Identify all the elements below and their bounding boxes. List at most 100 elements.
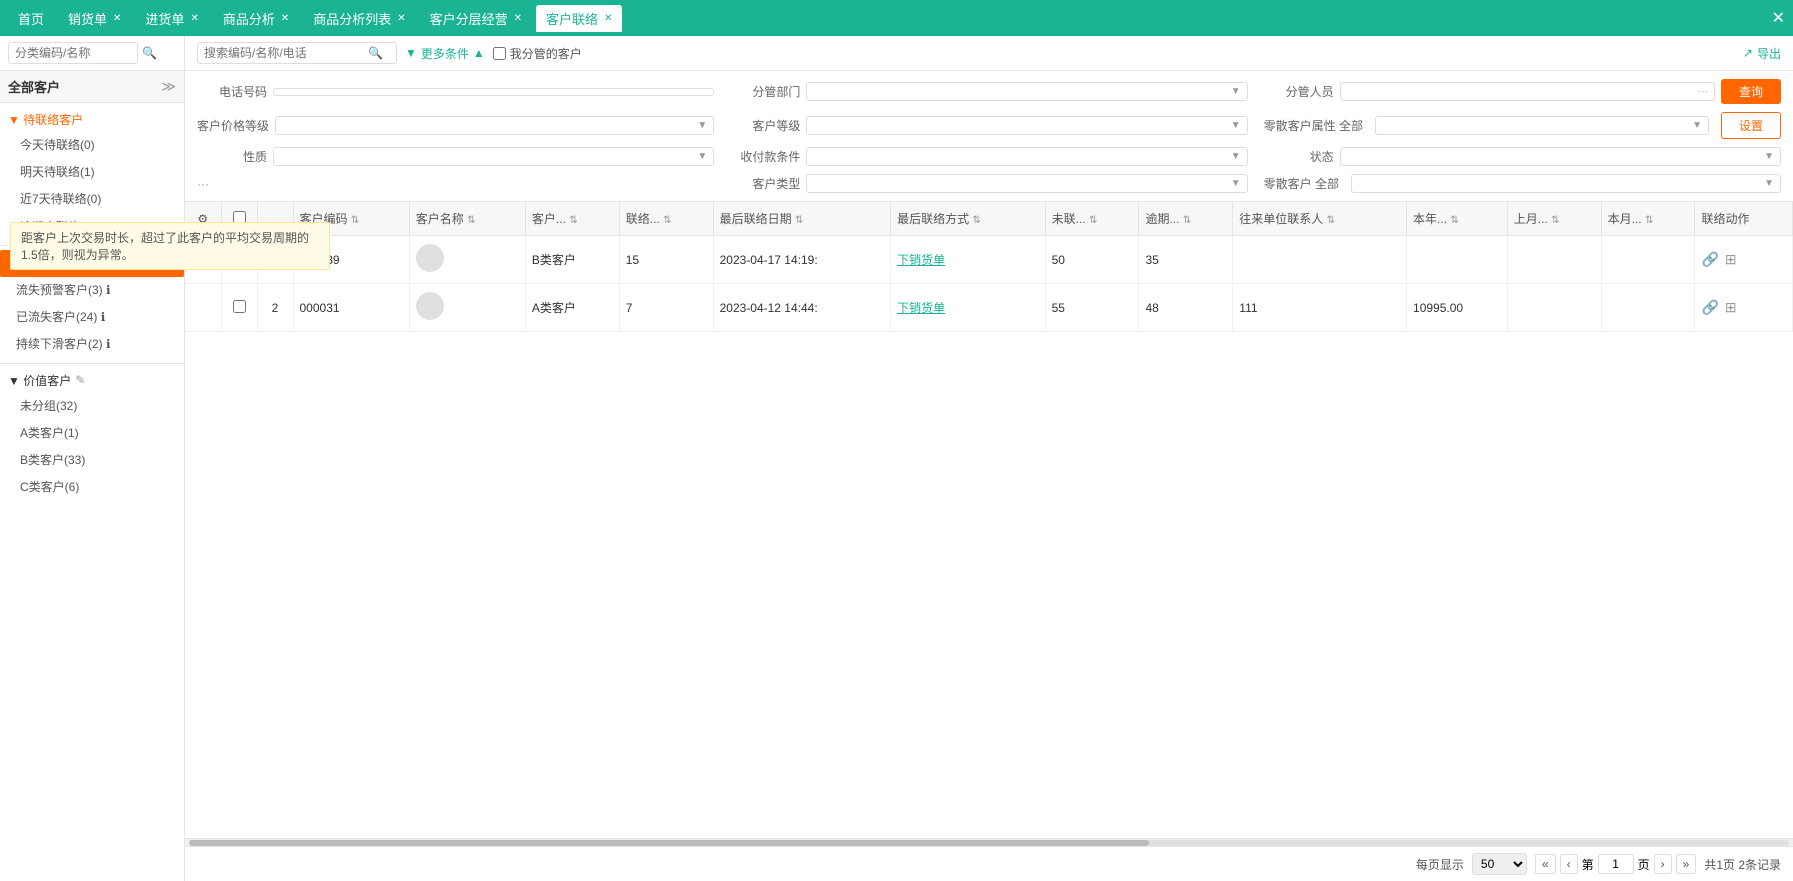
payment-select[interactable]: ▼: [806, 147, 1247, 166]
next-page-button[interactable]: ›: [1654, 854, 1672, 874]
close-customer-contact-tab[interactable]: ✕: [604, 13, 612, 24]
sidebar-item-7day-pending[interactable]: 近7天待联络(0): [0, 186, 184, 213]
sidebar-item-tomorrow-pending[interactable]: 明天待联络(1): [0, 159, 184, 186]
row2-last-contact-date: 2023-04-12 14:44:: [713, 284, 890, 332]
close-sales-tab[interactable]: ✕: [113, 13, 121, 24]
filter-search-box[interactable]: 🔍: [197, 42, 397, 64]
nav-tab-customer-contact[interactable]: 客户联络 ✕: [536, 5, 622, 32]
price-level-select[interactable]: ▼: [275, 116, 714, 135]
col-customer-name[interactable]: 客户名称 ⇅: [409, 202, 525, 236]
sidebar-item-today-pending[interactable]: 今天待联络(0): [0, 132, 184, 159]
value-group-edit-icon[interactable]: ✎: [75, 373, 85, 387]
pending-group-title[interactable]: ▼ 待联络客户: [0, 107, 184, 132]
customer-type-select[interactable]: ▼: [806, 174, 1247, 193]
col-this-month[interactable]: 本月... ⇅: [1601, 202, 1695, 236]
customer-level-select[interactable]: ▼: [806, 116, 1247, 135]
sidebar-search-input[interactable]: [8, 42, 138, 64]
col-contact-count[interactable]: 联络... ⇅: [619, 202, 713, 236]
row2-grid-action[interactable]: ⊞: [1725, 299, 1737, 316]
sidebar-search-area: 🔍: [0, 36, 184, 71]
close-customer-segment-tab[interactable]: ✕: [514, 13, 522, 24]
nav-tab-purchase[interactable]: 进货单 ✕: [135, 5, 208, 32]
customer-type-arrow-icon: ▼: [1231, 178, 1241, 189]
filter-row-status: 状态 ▼: [1264, 147, 1781, 166]
col-past-contacts[interactable]: 往来单位联系人 ⇅: [1233, 202, 1407, 236]
col-overdue[interactable]: 逾期... ⇅: [1139, 202, 1233, 236]
my-customers-checkbox[interactable]: 我分管的客户: [493, 45, 582, 62]
filter-search-icon: 🔍: [368, 46, 383, 60]
row2-customer-code[interactable]: 000031: [293, 284, 409, 332]
sidebar-item-lost-prediction[interactable]: 流失预警客户(3) ℹ: [0, 277, 184, 304]
price-level-label: 客户价格等级: [197, 117, 269, 134]
nav-tab-product-list[interactable]: 商品分析列表 ✕: [303, 5, 415, 32]
sidebar-item-declining[interactable]: 持续下滑客户(2) ℹ: [0, 331, 184, 358]
export-button[interactable]: ↗ 导出: [1743, 45, 1781, 62]
row1-customer-type: B类客户: [525, 236, 619, 284]
row1-grid-action[interactable]: ⊞: [1725, 251, 1737, 268]
scattered-attr-label: 零散客户属性 全部: [1264, 117, 1363, 134]
declining-info-icon: ℹ: [106, 337, 111, 351]
nav-tab-customer-segment[interactable]: 客户分层经营 ✕: [420, 5, 532, 32]
more-conditions-button[interactable]: ▼ 更多条件 ▲: [405, 45, 485, 62]
prev-page-button[interactable]: ‹: [1560, 854, 1578, 874]
status-select[interactable]: ▼: [1340, 147, 1781, 166]
col-customer-type[interactable]: 客户... ⇅: [525, 202, 619, 236]
col-this-year[interactable]: 本年... ⇅: [1407, 202, 1508, 236]
export-icon: ↗: [1743, 46, 1753, 60]
row2-checkbox[interactable]: [221, 284, 257, 332]
dept-select[interactable]: ▼: [806, 82, 1247, 101]
sidebar-item-b-class[interactable]: B类客户(33): [0, 447, 184, 474]
window-close-button[interactable]: ✕: [1772, 8, 1785, 28]
first-page-button[interactable]: «: [1535, 854, 1556, 874]
phone-input[interactable]: [273, 88, 714, 96]
row2-num: 2: [257, 284, 293, 332]
nav-tab-home[interactable]: 首页: [8, 5, 54, 32]
nature-select[interactable]: ▼: [273, 147, 714, 166]
person-select[interactable]: ···: [1340, 82, 1715, 101]
sidebar-collapse-button[interactable]: ≫: [161, 78, 176, 95]
scrollbar-track[interactable]: [189, 840, 1789, 846]
scattered-attr-select[interactable]: ▼: [1375, 116, 1709, 135]
all-customers-label: 全部客户: [8, 77, 60, 96]
dept-label: 分管部门: [730, 83, 800, 100]
table-row: 1 000039 B类客户 15 2023-04-17 14:19: 下销货单 …: [185, 236, 1793, 284]
sidebar-item-already-lost[interactable]: 已流失客户(24) ℹ: [0, 304, 184, 331]
last-page-button[interactable]: »: [1676, 854, 1697, 874]
row1-link-action[interactable]: 🔗: [1701, 251, 1718, 268]
col-last-contact-date[interactable]: 最后联络日期 ⇅: [713, 202, 890, 236]
row1-last-contact-method[interactable]: 下销货单: [891, 236, 1046, 284]
ellipsis-button[interactable]: ···: [197, 177, 209, 191]
my-customers-check[interactable]: [493, 47, 506, 60]
filter-bar: 🔍 ▼ 更多条件 ▲ 我分管的客户 ↗ 导出: [185, 36, 1793, 71]
row2-customer-name[interactable]: [409, 284, 525, 332]
close-product-tab[interactable]: ✕: [281, 13, 289, 24]
row2-avatar: [416, 292, 444, 320]
value-group-title[interactable]: ▼ 价值客户 ✎: [0, 368, 184, 393]
sidebar-item-unclassified[interactable]: 未分组(32): [0, 393, 184, 420]
row1-this-month: [1601, 236, 1695, 284]
row1-past-contacts: [1233, 236, 1407, 284]
horizontal-scrollbar[interactable]: [185, 838, 1793, 846]
sidebar-item-a-class[interactable]: A类客户(1): [0, 420, 184, 447]
row2-link-action[interactable]: 🔗: [1701, 299, 1718, 316]
col-last-month[interactable]: 上月... ⇅: [1507, 202, 1601, 236]
col-not-contacted[interactable]: 未联... ⇅: [1045, 202, 1139, 236]
page-input[interactable]: [1598, 854, 1634, 874]
close-product-list-tab[interactable]: ✕: [397, 13, 405, 24]
row1-customer-name[interactable]: [409, 236, 525, 284]
nav-tab-product-analysis[interactable]: 商品分析 ✕: [213, 5, 299, 32]
settings-button[interactable]: 设置: [1721, 112, 1781, 139]
query-button[interactable]: 查询: [1721, 79, 1781, 104]
nav-tab-sales[interactable]: 销货单 ✕: [58, 5, 131, 32]
close-purchase-tab[interactable]: ✕: [190, 13, 198, 24]
sidebar: 🔍 全部客户 ≫ ▼ 待联络客户 今天待联络(0) 明天待联络(1) 近7天待联…: [0, 36, 185, 881]
col-last-contact-method[interactable]: 最后联络方式 ⇅: [891, 202, 1046, 236]
filter-search-input[interactable]: [204, 46, 364, 60]
filter-row-price-level: 客户价格等级 ▼: [197, 112, 714, 139]
sidebar-item-c-class[interactable]: C类客户(6): [0, 474, 184, 501]
sidebar-search-icon[interactable]: 🔍: [142, 46, 157, 60]
scrollbar-thumb[interactable]: [189, 840, 1149, 846]
row2-last-contact-method[interactable]: 下销货单: [891, 284, 1046, 332]
scattered-customer-select[interactable]: ▼: [1351, 174, 1781, 193]
per-page-select[interactable]: 50 20 100: [1472, 853, 1527, 875]
